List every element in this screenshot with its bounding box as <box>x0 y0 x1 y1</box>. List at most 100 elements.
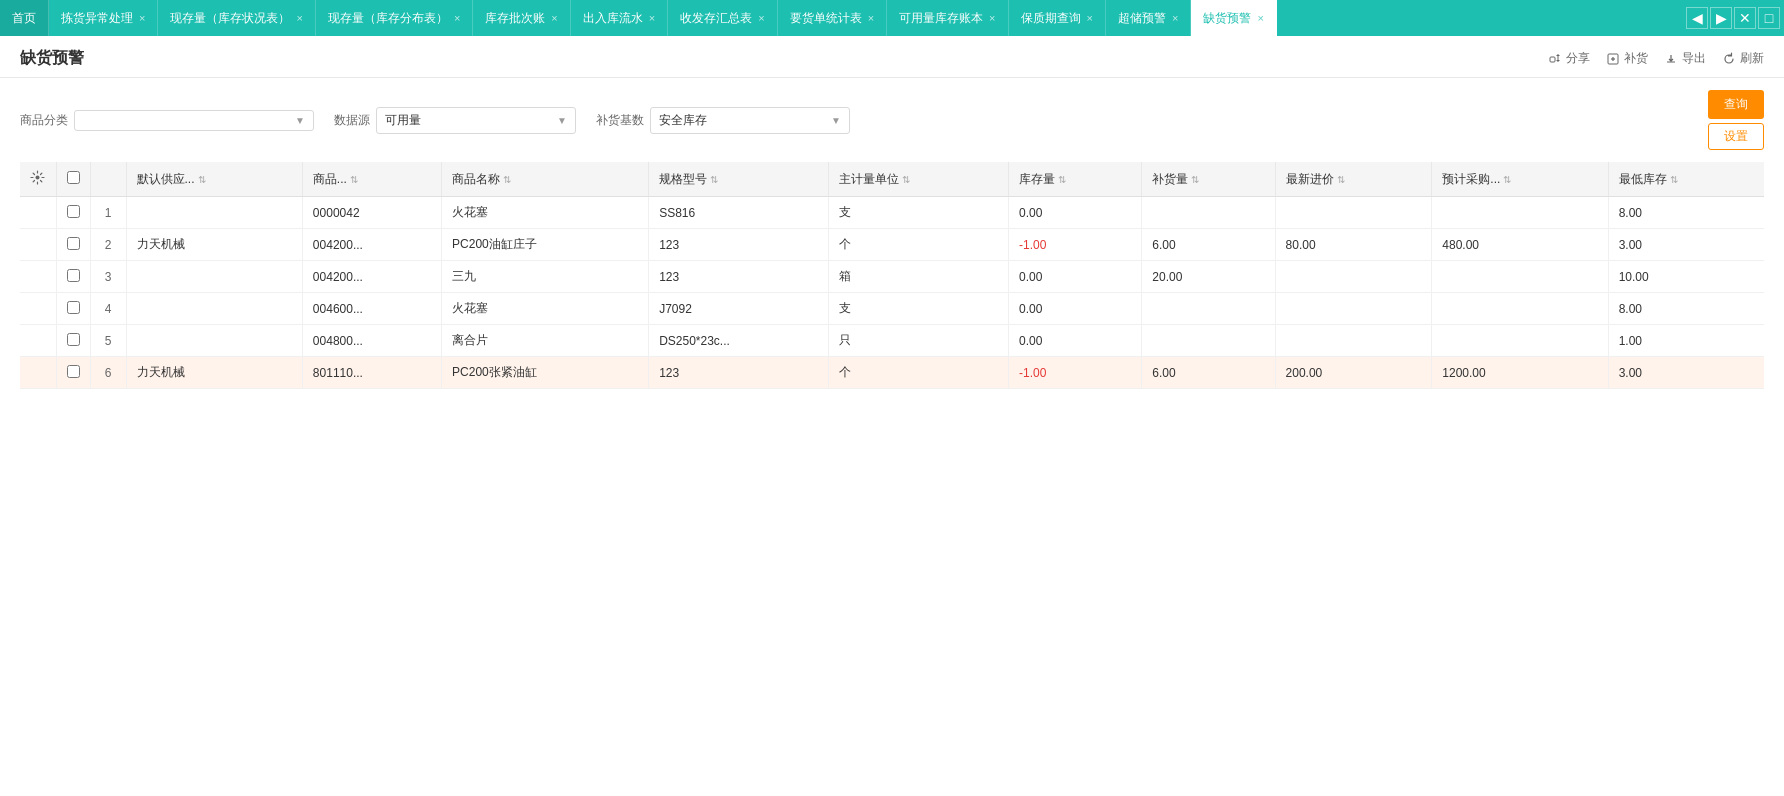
tab-shortage[interactable]: 缺货预警 × <box>1191 0 1276 36</box>
col-checkbox[interactable] <box>56 162 90 197</box>
sort-price-icon: ⇅ <box>1337 174 1345 185</box>
row-checkbox-cell[interactable] <box>56 197 90 229</box>
table-row: 5 004800... 离合片 DS250*23c... 只 0.00 1.00 <box>20 325 1764 357</box>
category-select[interactable]: ▼ <box>74 110 314 131</box>
page-title: 缺货预警 <box>20 48 84 69</box>
tab-order-stats[interactable]: 要货单统计表 × <box>778 0 887 36</box>
row-checkbox-cell[interactable] <box>56 293 90 325</box>
tab-expiry-query[interactable]: 保质期查询 × <box>1009 0 1106 36</box>
tab-prev-button[interactable]: ◀ <box>1686 7 1708 29</box>
row-checkbox-cell[interactable] <box>56 229 90 261</box>
row-unit: 支 <box>828 293 1008 325</box>
tab-available-account[interactable]: 可用量库存账本 × <box>887 0 1008 36</box>
select-all-checkbox[interactable] <box>67 171 80 184</box>
row-spec: 123 <box>649 229 829 261</box>
share-button[interactable]: 分享 <box>1548 50 1590 67</box>
col-product-code[interactable]: 商品...⇅ <box>302 162 441 197</box>
replenish-base-value: 安全库存 <box>659 112 707 129</box>
sort-replenish-icon: ⇅ <box>1191 174 1199 185</box>
row-unit: 个 <box>828 229 1008 261</box>
query-button[interactable]: 查询 <box>1708 90 1764 119</box>
row-spec: SS816 <box>649 197 829 229</box>
row-checkbox-1[interactable] <box>67 237 80 250</box>
row-checkbox-4[interactable] <box>67 333 80 346</box>
share-icon <box>1548 52 1562 66</box>
row-product-name: PC200张紧油缸 <box>442 357 649 389</box>
col-min-stock[interactable]: 最低库存⇅ <box>1608 162 1764 197</box>
tab-maximize-button[interactable]: □ <box>1758 7 1780 29</box>
tab-close-receive-summary[interactable]: × <box>758 12 764 24</box>
tab-close-expiry-query[interactable]: × <box>1087 12 1093 24</box>
refresh-icon <box>1722 52 1736 66</box>
col-est-purchase[interactable]: 预计采购...⇅ <box>1432 162 1608 197</box>
tab-inout-flow[interactable]: 出入库流水 × <box>571 0 668 36</box>
tab-next-button[interactable]: ▶ <box>1710 7 1732 29</box>
row-stock: 0.00 <box>1009 261 1142 293</box>
tab-close-shortage[interactable]: × <box>1257 12 1263 24</box>
row-est-purchase <box>1432 261 1608 293</box>
export-button[interactable]: 导出 <box>1664 50 1706 67</box>
col-unit[interactable]: 主计量单位⇅ <box>828 162 1008 197</box>
row-checkbox-5[interactable] <box>67 365 80 378</box>
settings-button[interactable]: 设置 <box>1708 123 1764 150</box>
col-latest-price[interactable]: 最新进价⇅ <box>1275 162 1432 197</box>
replenish-button[interactable]: 补货 <box>1606 50 1648 67</box>
row-checkbox-3[interactable] <box>67 301 80 314</box>
tab-abnormal[interactable]: 拣货异常处理 × <box>49 0 158 36</box>
row-checkbox-cell[interactable] <box>56 261 90 293</box>
row-settings-cell <box>20 325 56 357</box>
row-checkbox-cell[interactable] <box>56 325 90 357</box>
tab-close-available-account[interactable]: × <box>989 12 995 24</box>
tab-close-inventory-status[interactable]: × <box>296 12 302 24</box>
row-supplier: 力天机械 <box>126 357 302 389</box>
replenish-icon <box>1606 52 1620 66</box>
refresh-button[interactable]: 刷新 <box>1722 50 1764 67</box>
tab-inventory-status[interactable]: 现存量（库存状况表） × <box>158 0 315 36</box>
tab-inventory-dist[interactable]: 现存量（库存分布表） × <box>316 0 473 36</box>
col-spec[interactable]: 规格型号⇅ <box>649 162 829 197</box>
tab-close-window-button[interactable]: ✕ <box>1734 7 1756 29</box>
tab-batch-account[interactable]: 库存批次账 × <box>473 0 570 36</box>
replenish-base-filter-group: 补货基数 安全库存 ▼ <box>596 107 850 134</box>
row-product-code: 004200... <box>302 261 441 293</box>
row-checkbox-2[interactable] <box>67 269 80 282</box>
table-row: 2 力天机械 004200... PC200油缸庄子 123 个 -1.00 6… <box>20 229 1764 261</box>
row-spec: J7092 <box>649 293 829 325</box>
row-min-stock: 3.00 <box>1608 357 1764 389</box>
table-settings-icon <box>30 170 45 185</box>
col-supplier[interactable]: 默认供应...⇅ <box>126 162 302 197</box>
col-replenish[interactable]: 补货量⇅ <box>1142 162 1275 197</box>
row-seq: 2 <box>90 229 126 261</box>
row-seq: 3 <box>90 261 126 293</box>
tab-close-inventory-dist[interactable]: × <box>454 12 460 24</box>
row-product-code: 0000042 <box>302 197 441 229</box>
tab-close-inout-flow[interactable]: × <box>649 12 655 24</box>
row-latest-price: 200.00 <box>1275 357 1432 389</box>
tab-close-batch-account[interactable]: × <box>551 12 557 24</box>
datasource-label: 数据源 <box>334 112 370 129</box>
row-est-purchase <box>1432 325 1608 357</box>
tab-close-overstock[interactable]: × <box>1172 12 1178 24</box>
tab-overstock[interactable]: 超储预警 × <box>1106 0 1191 36</box>
tab-receive-summary[interactable]: 收发存汇总表 × <box>668 0 777 36</box>
row-replenish <box>1142 325 1275 357</box>
replenish-base-select[interactable]: 安全库存 ▼ <box>650 107 850 134</box>
sort-stock-icon: ⇅ <box>1058 174 1066 185</box>
row-checkbox-0[interactable] <box>67 205 80 218</box>
tab-close-order-stats[interactable]: × <box>868 12 874 24</box>
col-product-name[interactable]: 商品名称⇅ <box>442 162 649 197</box>
row-product-name: 离合片 <box>442 325 649 357</box>
row-checkbox-cell[interactable] <box>56 357 90 389</box>
row-latest-price <box>1275 261 1432 293</box>
datasource-select[interactable]: 可用量 ▼ <box>376 107 576 134</box>
row-settings-cell <box>20 357 56 389</box>
row-seq: 1 <box>90 197 126 229</box>
tab-close-abnormal[interactable]: × <box>139 12 145 24</box>
row-unit: 箱 <box>828 261 1008 293</box>
row-latest-price: 80.00 <box>1275 229 1432 261</box>
tab-home[interactable]: 首页 <box>0 0 49 36</box>
col-stock[interactable]: 库存量⇅ <box>1009 162 1142 197</box>
row-seq: 4 <box>90 293 126 325</box>
export-icon <box>1664 52 1678 66</box>
col-settings[interactable] <box>20 162 56 197</box>
